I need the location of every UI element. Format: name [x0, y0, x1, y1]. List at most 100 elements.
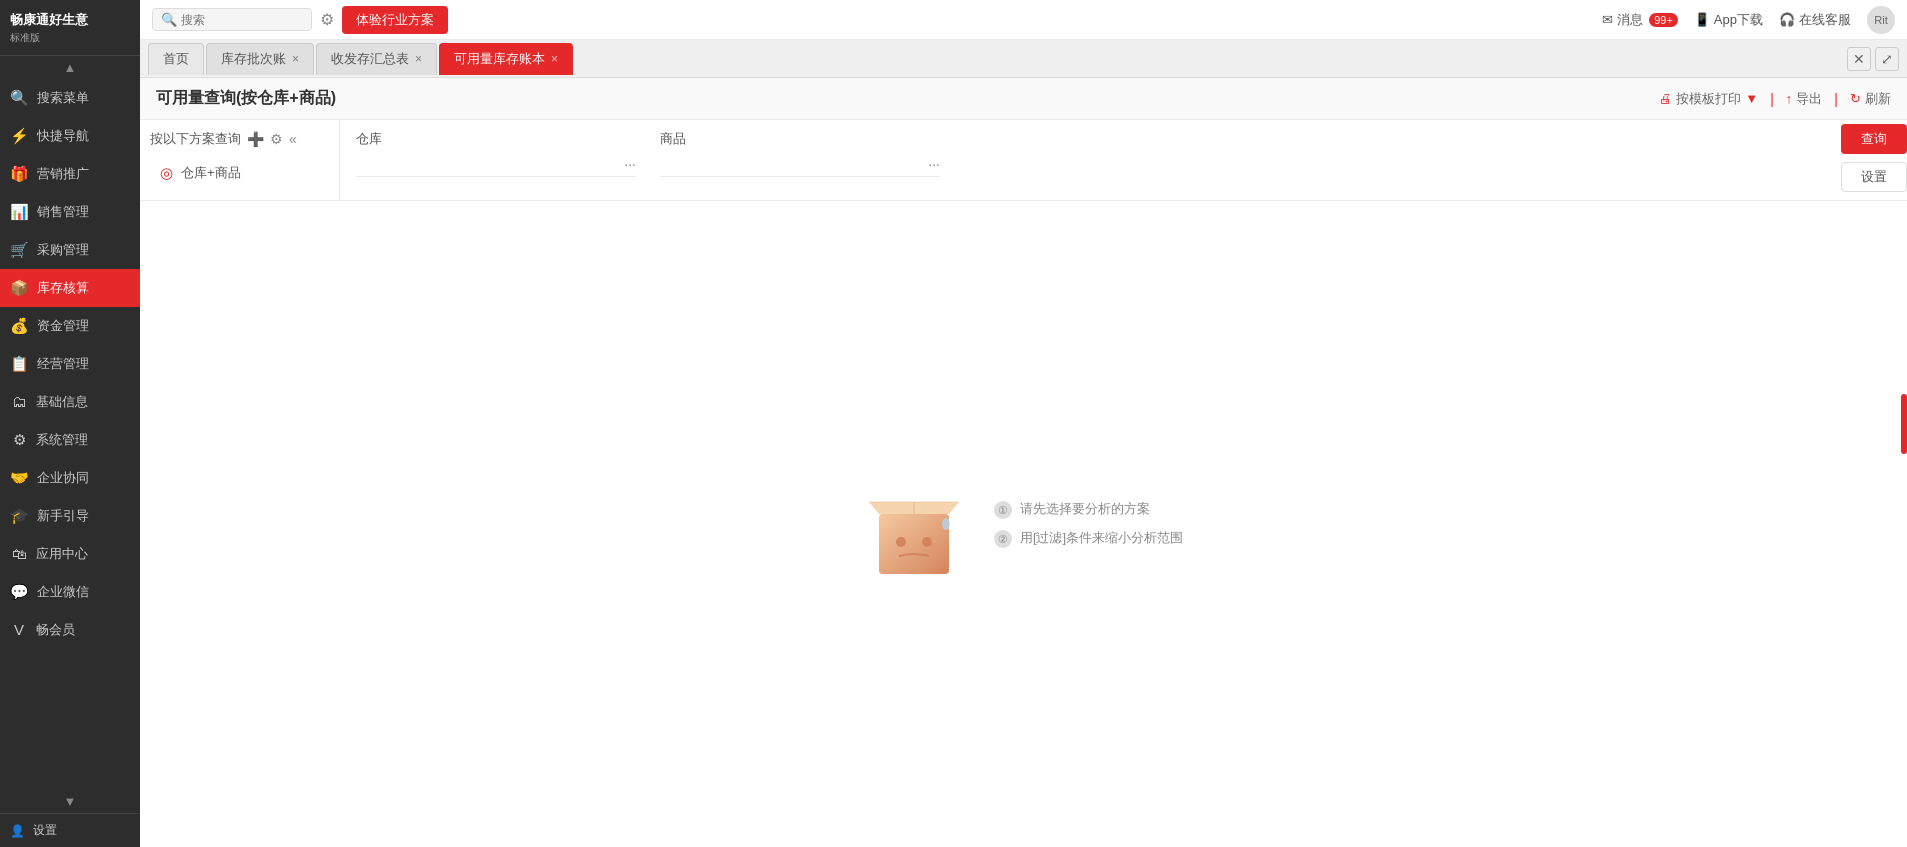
tip-text-1: 请先选择要分析的方案: [1020, 500, 1150, 518]
tab-available-qty[interactable]: 可用量库存账本 ×: [439, 43, 573, 75]
export-button[interactable]: ↑ 导出: [1786, 90, 1823, 108]
export-icon: ↑: [1786, 91, 1793, 106]
sidebar-item-8[interactable]: 🗂 基础信息: [0, 383, 140, 421]
sidebar-item-0[interactable]: 🔍 搜索菜单: [0, 79, 140, 117]
expand-tab-button[interactable]: ⤢: [1875, 47, 1899, 71]
sidebar-item-2[interactable]: 🎁 营销推广: [0, 155, 140, 193]
svg-point-7: [942, 518, 950, 530]
product-field-label: 商品: [660, 130, 940, 148]
filter-row-1: 仓库 ··· 商品 ···: [356, 130, 1805, 177]
warehouse-input[interactable]: [356, 157, 618, 172]
online-service-icon: 🎧: [1779, 12, 1795, 27]
page-header-actions: 🖨 按模板打印 ▼ | ↑ 导出 | ↻ 刷新: [1659, 90, 1891, 108]
topbar-right: ✉ 消息 99+ 📱 App下载 🎧 在线客服 Rit: [1602, 6, 1895, 34]
sidebar-item-icon-10: 🤝: [10, 469, 29, 487]
user-avatar[interactable]: Rit: [1867, 6, 1895, 34]
sidebar-item-label-7: 经营管理: [37, 355, 89, 373]
tabbar: 首页 库存批次账 × 收发存汇总表 × 可用量库存账本 × ✕ ⤢: [140, 40, 1907, 78]
close-all-tabs-button[interactable]: ✕: [1847, 47, 1871, 71]
industry-solution-button[interactable]: 体验行业方案: [342, 6, 448, 34]
sidebar-item-10[interactable]: 🤝 企业协同: [0, 459, 140, 497]
sidebar-item-icon-3: 📊: [10, 203, 29, 221]
collapse-scheme-button[interactable]: «: [289, 131, 297, 147]
settings-scheme-button[interactable]: ⚙: [270, 131, 283, 147]
page-title: 可用量查询(按仓库+商品): [156, 88, 336, 109]
topbar: 🔍 ⚙ 体验行业方案 ✉ 消息 99+ 📱 App下载 🎧 在线客服 Rit: [140, 0, 1907, 40]
empty-state: ① 请先选择要分析的方案 ② 用[过滤]条件来缩小分析范围: [140, 201, 1907, 847]
empty-box-svg: [864, 474, 974, 584]
sidebar-item-label-8: 基础信息: [36, 393, 88, 411]
sidebar-footer[interactable]: 👤 设置: [0, 813, 140, 847]
topbar-gear-icon[interactable]: ⚙: [320, 10, 334, 29]
sidebar-item-label-9: 系统管理: [36, 431, 88, 449]
filter-area: 按以下方案查询 ➕ ⚙ « ◎ 仓库+商品 仓库 ···: [140, 120, 1907, 201]
tip-number-2: ②: [994, 530, 1012, 548]
empty-illustration: [864, 474, 964, 574]
tab-receive-summary-label: 收发存汇总表: [331, 50, 409, 68]
sidebar-item-12[interactable]: 🛍 应用中心: [0, 535, 140, 573]
scheme-item-warehouse-product[interactable]: ◎ 仓库+商品: [140, 156, 339, 190]
tab-receive-summary-close[interactable]: ×: [415, 52, 422, 66]
sidebar-item-icon-9: ⚙: [10, 431, 28, 449]
scheme-item-icon: ◎: [160, 164, 173, 182]
sidebar-item-icon-7: 📋: [10, 355, 29, 373]
sidebar-item-icon-6: 💰: [10, 317, 29, 335]
filter-scheme-panel: 按以下方案查询 ➕ ⚙ « ◎ 仓库+商品: [140, 120, 340, 200]
add-scheme-button[interactable]: ➕: [247, 131, 264, 147]
sidebar-item-icon-12: 🛍: [10, 545, 28, 562]
filter-fields: 仓库 ··· 商品 ···: [340, 120, 1821, 200]
product-more-icon[interactable]: ···: [928, 156, 940, 172]
warehouse-more-icon[interactable]: ···: [624, 156, 636, 172]
sidebar-item-4[interactable]: 🛒 采购管理: [0, 231, 140, 269]
sidebar-header: 畅康通好生意 标准版: [0, 0, 140, 56]
filter-actions: 查询 设置: [1821, 120, 1907, 200]
topbar-search-input[interactable]: [181, 13, 291, 27]
sidebar-item-3[interactable]: 📊 销售管理: [0, 193, 140, 231]
sidebar-item-label-5: 库存核算: [37, 279, 89, 297]
sidebar-item-label-2: 营销推广: [37, 165, 89, 183]
refresh-button[interactable]: ↻ 刷新: [1850, 90, 1891, 108]
print-dropdown-icon: ▼: [1745, 91, 1758, 106]
sidebar-item-11[interactable]: 🎓 新手引导: [0, 497, 140, 535]
print-template-button[interactable]: 🖨 按模板打印 ▼: [1659, 90, 1758, 108]
query-button[interactable]: 查询: [1841, 124, 1907, 154]
sidebar-item-13[interactable]: 💬 企业微信: [0, 573, 140, 611]
filter-field-product: 商品 ···: [660, 130, 940, 177]
topbar-search-box[interactable]: 🔍: [152, 8, 312, 31]
sidebar-item-7[interactable]: 📋 经营管理: [0, 345, 140, 383]
sidebar-item-label-12: 应用中心: [36, 545, 88, 563]
refresh-label: 刷新: [1865, 90, 1891, 108]
sidebar-item-icon-2: 🎁: [10, 165, 29, 183]
message-badge: 99+: [1649, 13, 1678, 27]
sidebar-item-label-11: 新手引导: [37, 507, 89, 525]
tab-receive-summary[interactable]: 收发存汇总表 ×: [316, 43, 437, 75]
product-input[interactable]: [660, 157, 922, 172]
tab-inventory-batch-close[interactable]: ×: [292, 52, 299, 66]
sidebar-item-icon-11: 🎓: [10, 507, 29, 525]
scheme-item-label: 仓库+商品: [181, 164, 241, 182]
sidebar-item-icon-8: 🗂: [10, 393, 28, 410]
sidebar-item-14[interactable]: V 畅会员: [0, 611, 140, 649]
app-download-item[interactable]: 📱 App下载: [1694, 11, 1763, 29]
message-item[interactable]: ✉ 消息 99+: [1602, 11, 1678, 29]
divider1: |: [1770, 91, 1774, 107]
filter-settings-button[interactable]: 设置: [1841, 162, 1907, 192]
sidebar-item-5[interactable]: 📦 库存核算: [0, 269, 140, 307]
export-label: 导出: [1796, 90, 1822, 108]
tab-home[interactable]: 首页: [148, 43, 204, 75]
tab-available-qty-close[interactable]: ×: [551, 52, 558, 66]
empty-tips: ① 请先选择要分析的方案 ② 用[过滤]条件来缩小分析范围: [994, 500, 1183, 548]
empty-tip-2: ② 用[过滤]条件来缩小分析范围: [994, 529, 1183, 548]
search-icon: 🔍: [161, 12, 177, 27]
scroll-up-btn[interactable]: ▲: [0, 56, 140, 79]
tab-inventory-batch[interactable]: 库存批次账 ×: [206, 43, 314, 75]
scroll-down-btn[interactable]: ▼: [0, 790, 140, 813]
online-service-item[interactable]: 🎧 在线客服: [1779, 11, 1851, 29]
tab-home-label: 首页: [163, 50, 189, 68]
tab-inventory-batch-label: 库存批次账: [221, 50, 286, 68]
sidebar-item-6[interactable]: 💰 资金管理: [0, 307, 140, 345]
filter-scheme-header: 按以下方案查询 ➕ ⚙ «: [140, 130, 339, 156]
sidebar-item-1[interactable]: ⚡ 快捷导航: [0, 117, 140, 155]
brand-edition: 标准版: [10, 31, 130, 45]
sidebar-item-9[interactable]: ⚙ 系统管理: [0, 421, 140, 459]
